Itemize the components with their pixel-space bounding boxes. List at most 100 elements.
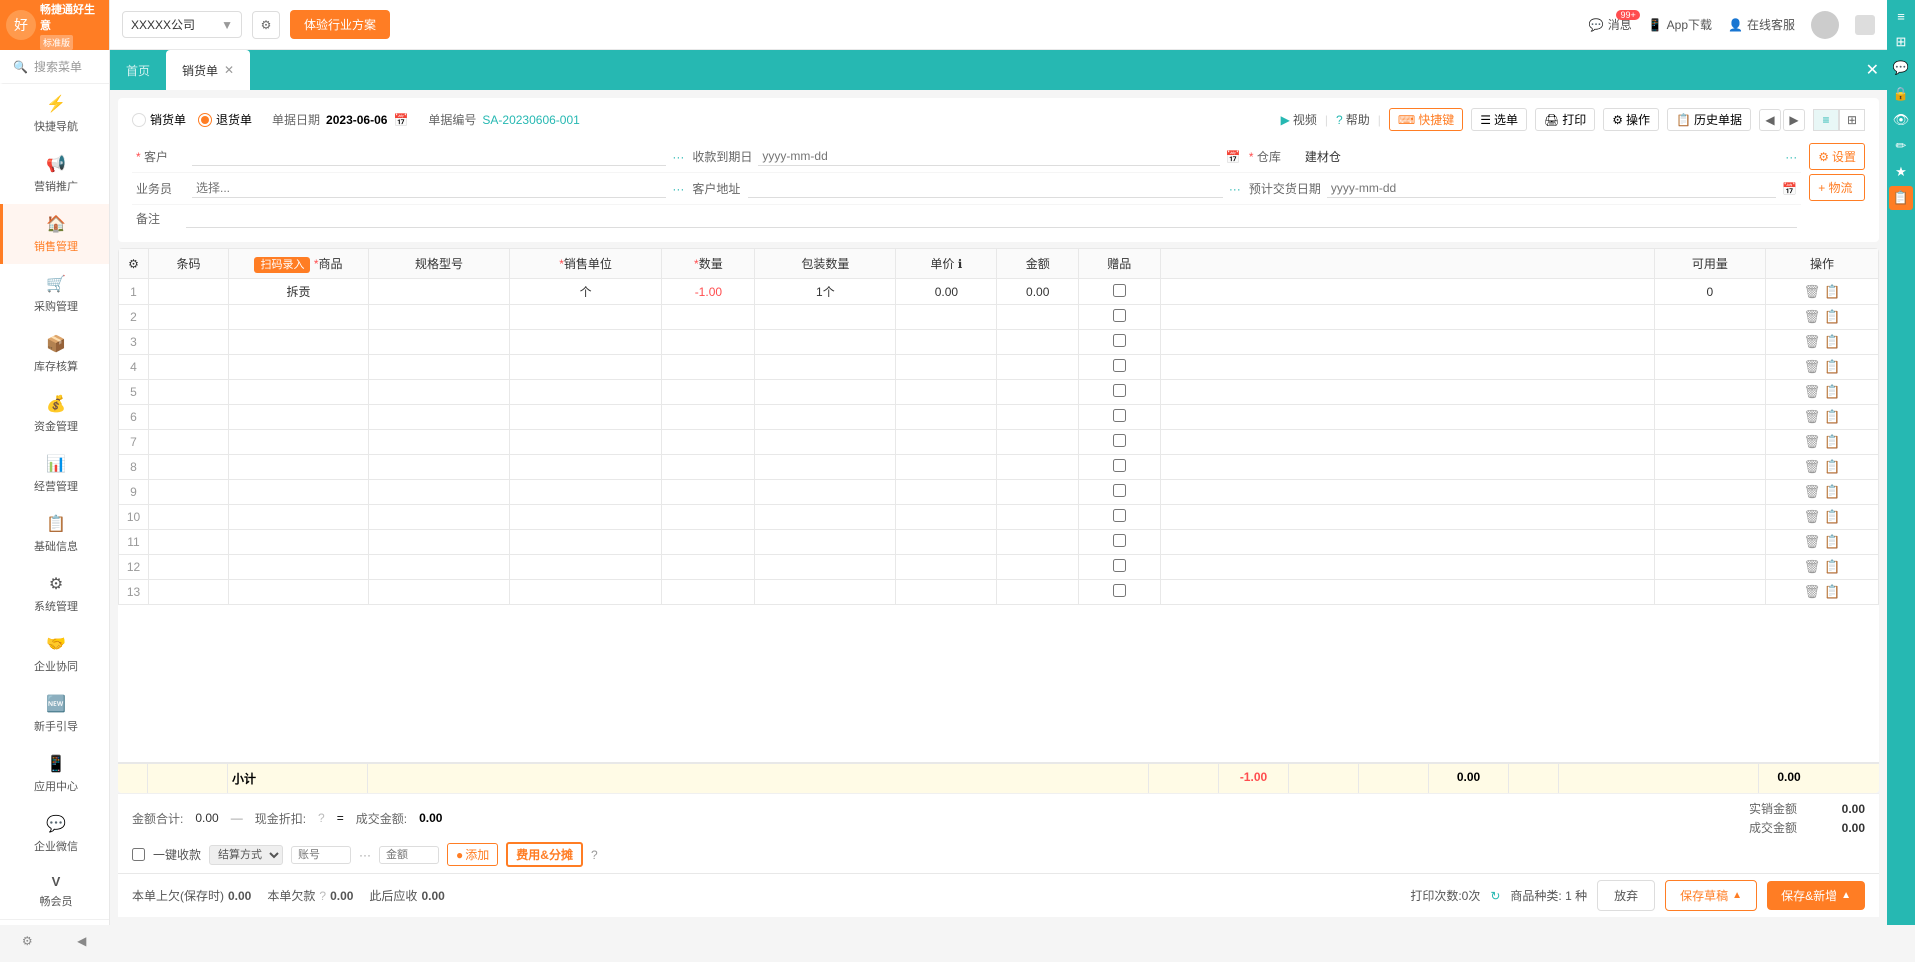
row-unit[interactable]	[509, 430, 661, 455]
delete-icon[interactable]: 🗑	[1804, 534, 1821, 550]
due-date-calendar-icon[interactable]: 📅	[1226, 150, 1241, 164]
tab-close-icon[interactable]: ✕	[224, 63, 234, 77]
row-pack-qty[interactable]	[755, 430, 896, 455]
delete-icon[interactable]: 🗑	[1804, 309, 1821, 325]
row-spec[interactable]	[369, 279, 510, 305]
copy-icon[interactable]: 📋	[1824, 409, 1840, 425]
online-service-button[interactable]: 👤 在线客服	[1728, 16, 1795, 33]
customer-address-input[interactable]	[748, 179, 1222, 198]
row-spec[interactable]	[369, 380, 510, 405]
radio-return[interactable]: 退货单	[198, 111, 252, 128]
view-grid-btn[interactable]: ⊞	[1839, 109, 1865, 131]
customer-dots[interactable]: ···	[672, 150, 684, 164]
row-price[interactable]	[896, 480, 997, 505]
refresh-icon[interactable]: ↻	[1490, 889, 1500, 903]
row-qty[interactable]	[662, 305, 755, 330]
col-settings[interactable]: ⚙	[119, 249, 149, 279]
row-amount[interactable]	[997, 505, 1079, 530]
delete-icon[interactable]: 🗑	[1804, 584, 1821, 600]
delete-icon[interactable]: 🗑	[1804, 409, 1821, 425]
row-qty[interactable]	[662, 430, 755, 455]
salesperson-dots[interactable]: ···	[672, 182, 684, 196]
row-unit[interactable]	[509, 480, 661, 505]
copy-icon[interactable]: 📋	[1824, 459, 1840, 475]
copy-icon[interactable]: 📋	[1824, 334, 1840, 350]
row-unit[interactable]	[509, 405, 661, 430]
row-qty[interactable]	[662, 380, 755, 405]
history-btn[interactable]: 📋 历史单据	[1667, 108, 1751, 131]
row-price[interactable]	[896, 405, 997, 430]
copy-icon[interactable]: 📋	[1824, 484, 1840, 500]
row-product[interactable]	[229, 480, 369, 505]
operate-btn[interactable]: ⚙ 操作	[1603, 108, 1659, 131]
row-qty[interactable]	[662, 330, 755, 355]
row-gift[interactable]	[1078, 405, 1160, 430]
row-qty[interactable]	[662, 355, 755, 380]
copy-icon[interactable]: 📋	[1824, 384, 1840, 400]
row-amount[interactable]	[997, 355, 1079, 380]
row-barcode[interactable]	[149, 355, 229, 380]
row-pack-qty[interactable]: 1个	[755, 279, 896, 305]
row-pack-qty[interactable]	[755, 305, 896, 330]
row-barcode[interactable]	[149, 555, 229, 580]
user-settings-icon[interactable]	[1855, 15, 1875, 35]
row-spec[interactable]	[369, 480, 510, 505]
table-scroll[interactable]: ⚙ 条码 扫码录入 *商品 规格型号 *销售单位 *数量 包装数量 单价 ℹ 金	[118, 248, 1879, 762]
nav-next[interactable]: ▶	[1783, 109, 1805, 131]
sidebar-collapse-btn[interactable]: ◀	[55, 926, 110, 956]
row-barcode[interactable]	[149, 455, 229, 480]
gift-checkbox[interactable]	[1113, 559, 1126, 572]
delete-icon[interactable]: 🗑	[1804, 484, 1821, 500]
row-unit[interactable]	[509, 305, 661, 330]
company-selector[interactable]: XXXXX公司 ▼	[122, 11, 242, 38]
menu-btn[interactable]: ☰ 选单	[1471, 108, 1527, 131]
row-amount[interactable]	[997, 555, 1079, 580]
row-price[interactable]	[896, 355, 997, 380]
delete-icon[interactable]: 🗑	[1804, 334, 1821, 350]
sidebar-item-system[interactable]: ⚙ 系统管理	[0, 564, 109, 624]
delete-icon[interactable]: 🗑	[1804, 509, 1821, 525]
row-product[interactable]	[229, 430, 369, 455]
tab-bar-close-btn[interactable]: ✕	[1866, 60, 1879, 80]
calendar-icon[interactable]: 📅	[393, 113, 408, 127]
copy-icon[interactable]: 📋	[1824, 559, 1840, 575]
rp-chat[interactable]: 💬	[1889, 56, 1913, 80]
row-gift[interactable]	[1078, 430, 1160, 455]
row-product[interactable]	[229, 530, 369, 555]
row-unit[interactable]	[509, 555, 661, 580]
row-product[interactable]	[229, 455, 369, 480]
row-unit[interactable]	[509, 380, 661, 405]
row-barcode[interactable]	[149, 580, 229, 605]
address-dots[interactable]: ···	[1229, 182, 1241, 196]
row-gift[interactable]	[1078, 279, 1160, 305]
row-amount[interactable]: 0.00	[997, 279, 1079, 305]
row-gift[interactable]	[1078, 505, 1160, 530]
row-pack-qty[interactable]	[755, 405, 896, 430]
salesperson-input[interactable]	[192, 179, 666, 198]
row-qty[interactable]	[662, 555, 755, 580]
copy-icon[interactable]: 📋	[1824, 309, 1840, 325]
row-gift[interactable]	[1078, 480, 1160, 505]
gift-checkbox[interactable]	[1113, 309, 1126, 322]
row-gift[interactable]	[1078, 355, 1160, 380]
row-amount[interactable]	[997, 580, 1079, 605]
shortcut-btn[interactable]: ⌨ 快捷键	[1389, 108, 1463, 131]
row-barcode[interactable]	[149, 305, 229, 330]
delete-icon[interactable]: 🗑	[1804, 434, 1821, 450]
sidebar-item-purchase[interactable]: 🛒 采购管理	[0, 264, 109, 324]
row-gift[interactable]	[1078, 580, 1160, 605]
rp-list-view[interactable]: ≡	[1889, 4, 1913, 28]
copy-icon[interactable]: 📋	[1824, 359, 1840, 375]
row-amount[interactable]	[997, 455, 1079, 480]
row-qty[interactable]	[662, 480, 755, 505]
row-amount[interactable]	[997, 530, 1079, 555]
save-draft-button[interactable]: 保存草稿 ▲	[1665, 880, 1757, 911]
note-input[interactable]	[186, 209, 1797, 228]
row-gift[interactable]	[1078, 455, 1160, 480]
row-amount[interactable]	[997, 405, 1079, 430]
row-unit[interactable]	[509, 455, 661, 480]
delivery-date-input[interactable]	[1327, 179, 1776, 198]
sidebar-item-sales[interactable]: 🏠 销售管理	[0, 204, 109, 264]
nav-prev[interactable]: ◀	[1759, 109, 1781, 131]
row-spec[interactable]	[369, 355, 510, 380]
